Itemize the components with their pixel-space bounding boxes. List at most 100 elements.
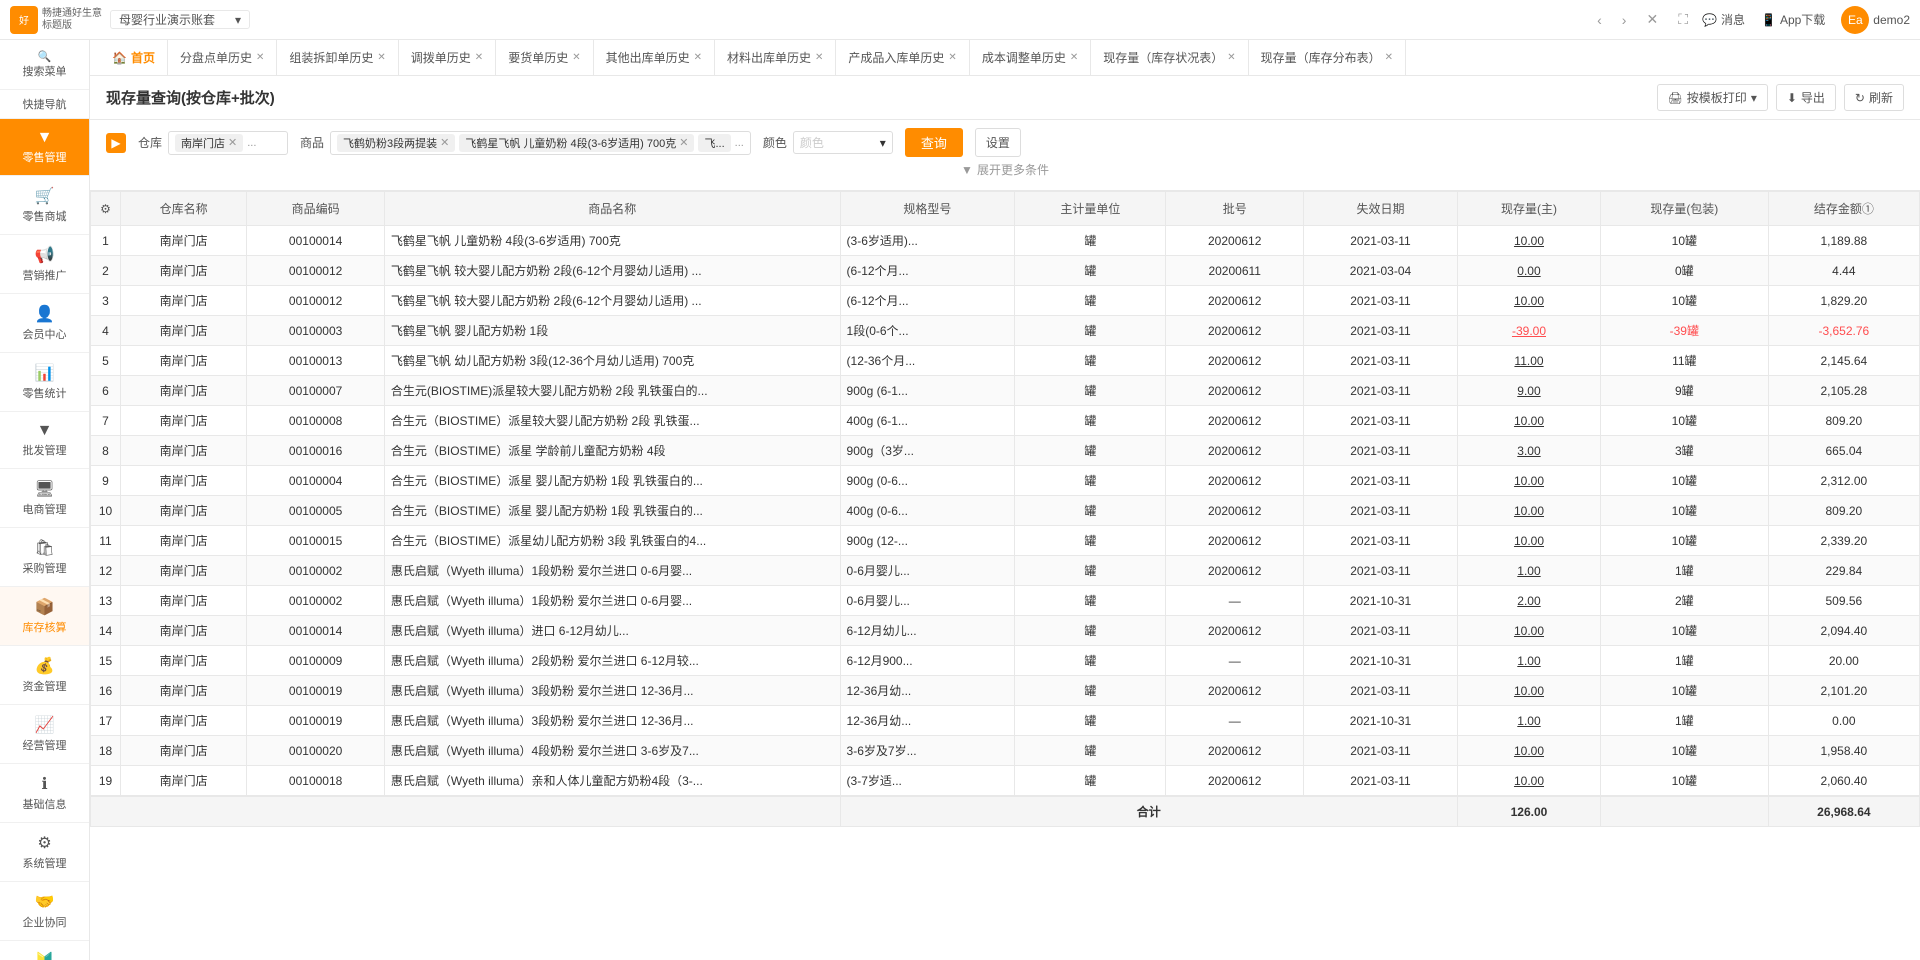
refresh-button[interactable]: ↻ 刷新 (1844, 84, 1904, 111)
tab-close-btn[interactable]: ✕ (1640, 11, 1664, 28)
product-tag1-close[interactable]: ✕ (440, 136, 449, 149)
nav-tab-home[interactable]: 🏠 首页 (100, 40, 168, 76)
col-unit: 主计量单位 (1015, 192, 1166, 226)
row-expire: 2021-03-11 (1303, 316, 1457, 346)
tab-close-icon[interactable]: ✕ (572, 52, 580, 63)
nav-tab-6[interactable]: 产成品入库单历史✕ (836, 40, 969, 76)
row-qty-main[interactable]: 2.00 (1458, 586, 1601, 616)
sidebar-item-零售商城[interactable]: 🛒零售商城 (0, 176, 89, 235)
sidebar-item-资金管理[interactable]: 💰资金管理 (0, 646, 89, 705)
product-filter-input[interactable]: 飞鹤奶粉3段两提装 ✕ 飞鹤星飞帆 儿童奶粉 4段(3-6岁适用) 700克 ✕… (330, 131, 751, 155)
nav-tab-3[interactable]: 要货单历史✕ (496, 40, 593, 76)
row-no: 3 (91, 286, 121, 316)
tab-close-icon[interactable]: ✕ (475, 52, 483, 63)
row-qty-main[interactable]: 10.00 (1458, 496, 1601, 526)
search-menu-btn[interactable]: 🔍 搜索菜单 (0, 40, 89, 90)
table-row: 10 南岸门店 00100005 合生元（BIOSTIME）派星 婴儿配方奶粉 … (91, 496, 1920, 526)
row-qty-main[interactable]: 11.00 (1458, 346, 1601, 376)
sidebar-item-经营管理[interactable]: 📈经营管理 (0, 705, 89, 764)
row-name: 合生元（BIOSTIME）派星较大婴儿配方奶粉 2段 乳铁蛋... (384, 406, 840, 436)
export-button[interactable]: ⬇ 导出 (1776, 84, 1836, 111)
sidebar-item-营销推广[interactable]: 📢营销推广 (0, 235, 89, 294)
sidebar-item-系统管理[interactable]: ⚙系统管理 (0, 823, 89, 882)
tab-close-icon[interactable]: ✕ (256, 52, 264, 63)
row-qty-main[interactable]: 10.00 (1458, 676, 1601, 706)
row-qty-main[interactable]: 10.00 (1458, 226, 1601, 256)
row-qty-main[interactable]: 10.00 (1458, 766, 1601, 797)
nav-tab-1[interactable]: 组装拆卸单历史✕ (277, 40, 398, 76)
sidebar-item-零售统计[interactable]: 📊零售统计 (0, 353, 89, 412)
product-tag-1: 飞鹤奶粉3段两提装 ✕ (337, 134, 455, 152)
row-qty-main[interactable]: 10.00 (1458, 526, 1601, 556)
tab-prev-btn[interactable]: ‹ (1591, 12, 1608, 28)
warehouse-tag-close[interactable]: ✕ (228, 136, 237, 149)
sidebar-item-采购管理[interactable]: 🛍采购管理 (0, 528, 89, 587)
row-qty-main[interactable]: -39.00 (1458, 316, 1601, 346)
tab-next-btn[interactable]: › (1616, 12, 1633, 28)
filter-expand-btn[interactable]: ▶ (106, 133, 126, 153)
app-download-btn[interactable]: 📱 App下载 (1761, 11, 1825, 28)
nav-tab-0[interactable]: 分盘点单历史✕ (168, 40, 277, 76)
row-amount: 1,958.40 (1768, 736, 1919, 766)
col-settings[interactable]: ⚙ (91, 192, 121, 226)
sidebar-item-基础信息[interactable]: ℹ基础信息 (0, 764, 89, 823)
row-qty-main[interactable]: 0.00 (1458, 256, 1601, 286)
expand-more-button[interactable]: ▼ 展开更多条件 (961, 161, 1049, 178)
row-qty-main[interactable]: 10.00 (1458, 466, 1601, 496)
user-menu-btn[interactable]: Ea demo2 (1841, 6, 1910, 34)
tab-close-icon[interactable]: ✕ (694, 52, 702, 63)
quick-nav-btn[interactable]: 快捷导航 (0, 90, 89, 119)
search-button[interactable]: 查询 (905, 128, 963, 157)
message-btn[interactable]: 💬 消息 (1702, 11, 1745, 28)
sidebar-item-零售管理[interactable]: ▼零售管理 (0, 119, 89, 176)
product-tag2-close[interactable]: ✕ (679, 136, 688, 149)
row-qty-main[interactable]: 1.00 (1458, 706, 1601, 736)
tab-close-icon[interactable]: ✕ (1227, 52, 1235, 63)
row-qty-main[interactable]: 1.00 (1458, 646, 1601, 676)
sidebar-item-会员中心[interactable]: 👤会员中心 (0, 294, 89, 353)
dropdown-selector[interactable]: 母婴行业演示账套 ▾ (110, 10, 250, 29)
warehouse-filter-input[interactable]: 南岸门店 ✕ ... (168, 131, 288, 155)
row-unit: 罐 (1015, 316, 1166, 346)
sidebar-item-库存核算[interactable]: 📦库存核算 (0, 587, 89, 646)
nav-tab-5[interactable]: 材料出库单历史 ✕ (715, 40, 836, 76)
warehouse-label: 仓库 (138, 134, 162, 151)
row-qty-main[interactable]: 1.00 (1458, 556, 1601, 586)
nav-tab-9[interactable]: 现存量（库存分布表）✕ (1249, 40, 1406, 76)
row-expire: 2021-03-11 (1303, 226, 1457, 256)
row-qty-main[interactable]: 3.00 (1458, 436, 1601, 466)
settings-button[interactable]: 设置 (975, 128, 1021, 157)
tab-close-icon[interactable]: ✕ (948, 52, 956, 63)
col-name: 商品名称 (384, 192, 840, 226)
nav-tab-7[interactable]: 成本调整单历史✕ (970, 40, 1091, 76)
table-row: 5 南岸门店 00100013 飞鹤星飞帆 幼儿配方奶粉 3段(12-36个月幼… (91, 346, 1920, 376)
row-qty-pkg: 10罐 (1600, 676, 1768, 706)
tab-close-icon[interactable]: ✕ (815, 52, 823, 63)
sidebar-item-批发管理[interactable]: ▼批发管理 (0, 412, 89, 469)
tab-expand-btn[interactable]: ⛶ (1672, 11, 1694, 28)
color-filter-input[interactable]: 颜色 ▾ (793, 131, 893, 154)
tab-close-icon[interactable]: ✕ (1070, 52, 1078, 63)
row-amount: 2,105.28 (1768, 376, 1919, 406)
sidebar-icon: 📊 (35, 363, 55, 383)
tab-close-icon[interactable]: ✕ (377, 52, 385, 63)
row-qty-main[interactable]: 10.00 (1458, 406, 1601, 436)
sidebar-item-企业协同[interactable]: 🤝企业协同 (0, 882, 89, 941)
row-qty-main[interactable]: 9.00 (1458, 376, 1601, 406)
sidebar-item-新手引导[interactable]: 🔰新手引导 (0, 941, 89, 960)
row-spec: 400g (6-1... (840, 406, 1015, 436)
row-qty-main[interactable]: 10.00 (1458, 616, 1601, 646)
message-icon: 💬 (1702, 13, 1717, 27)
tab-label: 材料出库单历史 (727, 49, 811, 66)
nav-tab-8[interactable]: 现存量（库存状况表）✕ (1091, 40, 1248, 76)
row-spec: (6-12个月... (840, 256, 1015, 286)
nav-tab-2[interactable]: 调拨单历史✕ (399, 40, 496, 76)
print-button[interactable]: 🖨 按模板打印 ▾ (1657, 84, 1768, 111)
table-row: 9 南岸门店 00100004 合生元（BIOSTIME）派星 婴儿配方奶粉 1… (91, 466, 1920, 496)
tab-close-icon[interactable]: ✕ (1385, 52, 1393, 63)
sidebar-item-电商管理[interactable]: 🖥电商管理 (0, 469, 89, 528)
row-qty-main[interactable]: 10.00 (1458, 736, 1601, 766)
row-qty-main[interactable]: 10.00 (1458, 286, 1601, 316)
row-amount: 509.56 (1768, 586, 1919, 616)
nav-tab-4[interactable]: 其他出库单历史✕ (594, 40, 715, 76)
